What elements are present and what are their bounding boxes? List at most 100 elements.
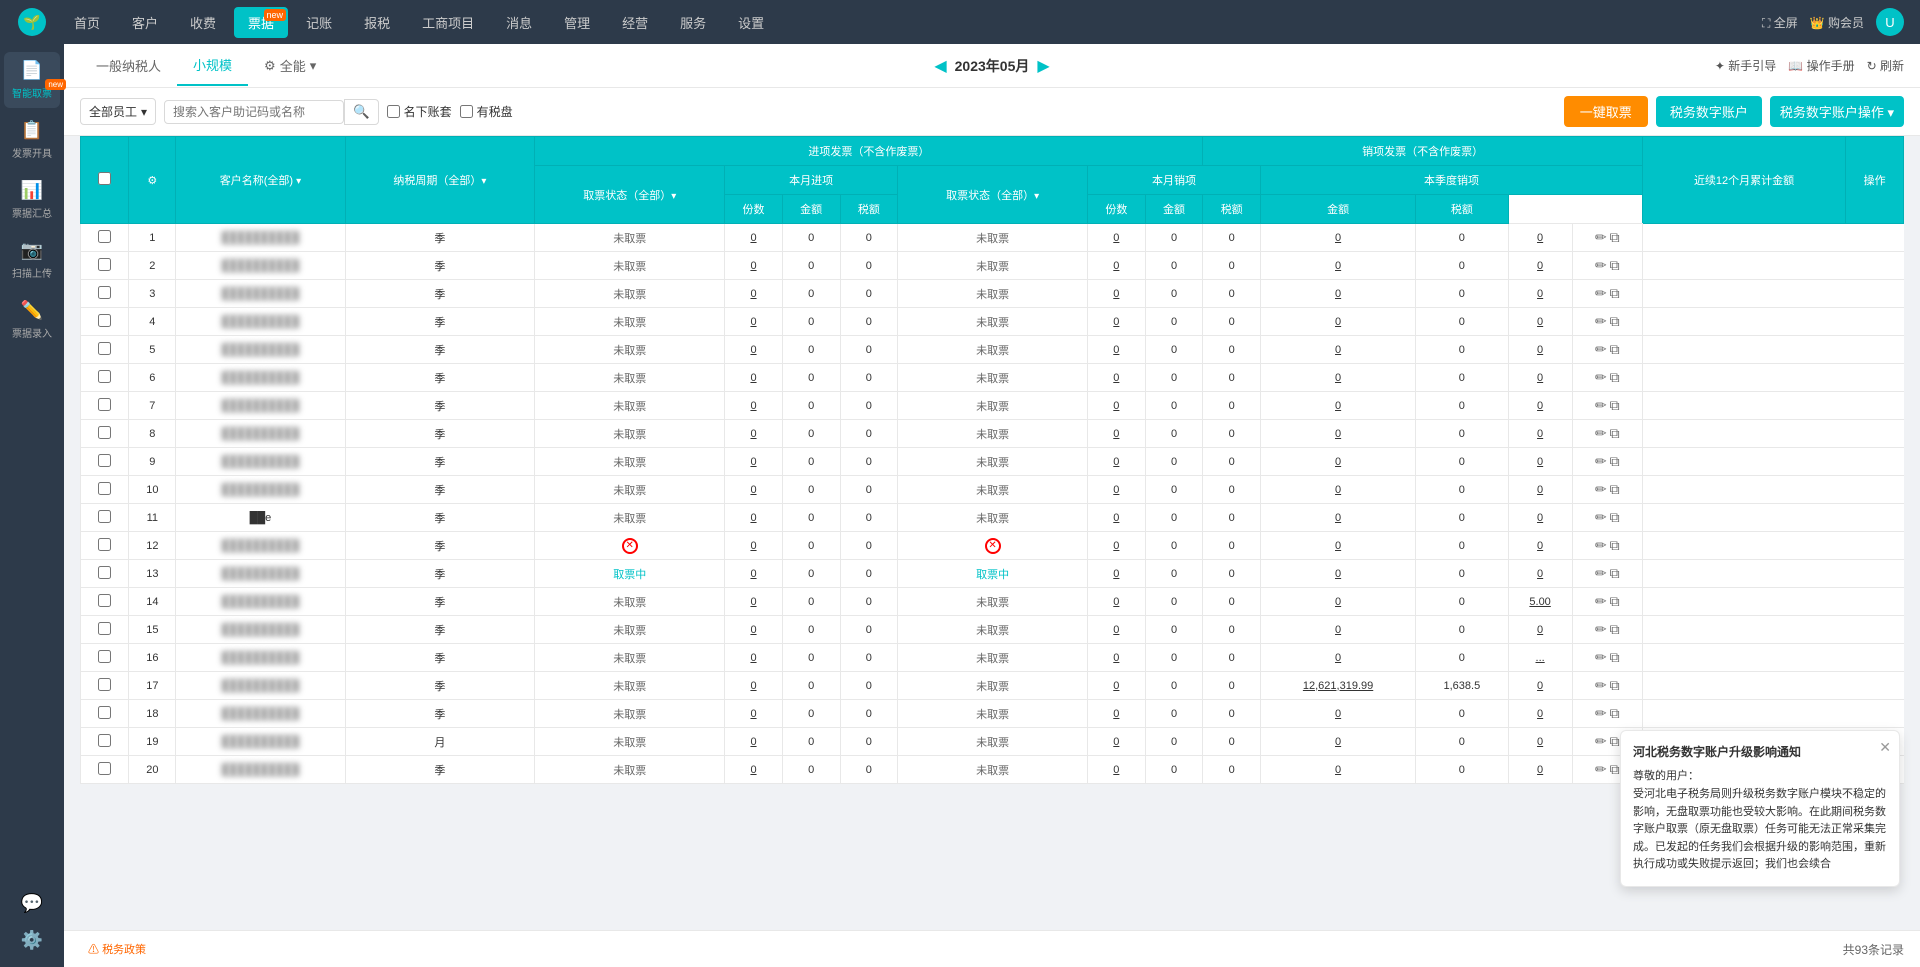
year-amount-link[interactable]: 0 [1537,764,1543,776]
row-checkbox[interactable] [98,258,111,271]
out-count-link[interactable]: 0 [1113,232,1119,244]
select-all-checkbox[interactable] [98,172,111,185]
row-checkbox[interactable] [98,398,111,411]
edit-btn[interactable]: ✏ [1595,481,1607,498]
out-count-link[interactable]: 0 [1113,288,1119,300]
edit-btn[interactable]: ✏ [1595,537,1607,554]
row-checkbox[interactable] [98,622,111,635]
in-count-link[interactable]: 0 [750,456,756,468]
copy-btn[interactable]: ⧉ [1610,453,1620,470]
copy-btn[interactable]: ⧉ [1610,649,1620,666]
q-amount-link[interactable]: 12,621,319.99 [1303,680,1373,692]
row-checkbox[interactable] [98,706,111,719]
in-count-link[interactable]: 0 [750,764,756,776]
tab-small-scale[interactable]: 小规模 [177,45,248,86]
employee-select[interactable]: 全部员工 ▾ [80,98,156,125]
copy-btn[interactable]: ⧉ [1610,481,1620,498]
checkbox-taxpad[interactable] [460,105,473,118]
customer-filter-icon[interactable]: ▾ [296,176,301,187]
copy-btn[interactable]: ⧉ [1610,509,1620,526]
in-count-link[interactable]: 0 [750,372,756,384]
sidebar-item-smart-fetch[interactable]: 📄 智能取票 new [4,52,60,108]
in-count-link[interactable]: 0 [750,540,756,552]
manual-btn[interactable]: 📖 操作手册 [1788,57,1854,74]
tax-policy-link[interactable]: ⚠ 税务政策 [80,937,154,961]
out-count-link[interactable]: 0 [1113,400,1119,412]
nav-message[interactable]: 消息 [492,7,546,38]
q-amount-link[interactable]: 0 [1335,708,1341,720]
in-count-link[interactable]: 0 [750,736,756,748]
nav-invoice[interactable]: 票据 new [234,7,288,38]
year-amount-link[interactable]: 0 [1537,260,1543,272]
q-amount-link[interactable]: 0 [1335,316,1341,328]
in-count-link[interactable]: 0 [750,316,756,328]
q-amount-link[interactable]: 0 [1335,344,1341,356]
row-checkbox[interactable] [98,454,111,467]
in-count-link[interactable]: 0 [750,624,756,636]
checkbox-account-label[interactable]: 名下账套 [387,103,452,120]
q-amount-link[interactable]: 0 [1335,400,1341,412]
row-checkbox[interactable] [98,734,111,747]
q-amount-link[interactable]: 0 [1335,484,1341,496]
out-count-link[interactable]: 0 [1113,372,1119,384]
row-checkbox[interactable] [98,594,111,607]
row-checkbox[interactable] [98,314,111,327]
in-count-link[interactable]: 0 [750,428,756,440]
copy-btn[interactable]: ⧉ [1610,285,1620,302]
q-amount-link[interactable]: 0 [1335,764,1341,776]
year-amount-link[interactable]: 0 [1537,512,1543,524]
q-amount-link[interactable]: 0 [1335,736,1341,748]
out-count-link[interactable]: 0 [1113,260,1119,272]
row-checkbox[interactable] [98,678,111,691]
year-amount-link[interactable]: 0 [1537,568,1543,580]
row-checkbox[interactable] [98,286,111,299]
edit-btn[interactable]: ✏ [1595,425,1607,442]
q-amount-link[interactable]: 0 [1335,568,1341,580]
q-amount-link[interactable]: 0 [1335,260,1341,272]
out-count-link[interactable]: 0 [1113,568,1119,580]
search-button[interactable]: 🔍 [344,99,379,125]
out-count-link[interactable]: 0 [1113,540,1119,552]
row-checkbox[interactable] [98,762,111,775]
edit-btn[interactable]: ✏ [1595,453,1607,470]
q-amount-link[interactable]: 0 [1335,596,1341,608]
year-amount-link[interactable]: 0 [1537,316,1543,328]
year-amount-link[interactable]: 5.00 [1529,596,1550,608]
in-status-filter[interactable]: ▾ [671,191,676,202]
sidebar-item-chat[interactable]: 💬 [4,885,60,922]
nav-customer[interactable]: 客户 [118,7,172,38]
copy-btn[interactable]: ⧉ [1610,593,1620,610]
nav-service[interactable]: 服务 [666,7,720,38]
year-amount-link[interactable]: 0 [1537,708,1543,720]
out-count-link[interactable]: 0 [1113,708,1119,720]
row-checkbox[interactable] [98,482,111,495]
edit-btn[interactable]: ✏ [1595,509,1607,526]
out-count-link[interactable]: 0 [1113,316,1119,328]
nav-tax[interactable]: 报税 [350,7,404,38]
year-amount-link[interactable]: 0 [1537,624,1543,636]
copy-btn[interactable]: ⧉ [1610,537,1620,554]
copy-btn[interactable]: ⧉ [1610,229,1620,246]
q-amount-link[interactable]: 0 [1335,652,1341,664]
year-amount-link[interactable]: 0 [1537,400,1543,412]
row-checkbox[interactable] [98,342,111,355]
year-amount-link[interactable]: 0 [1537,288,1543,300]
year-amount-link[interactable]: 0 [1537,428,1543,440]
edit-btn[interactable]: ✏ [1595,341,1607,358]
date-prev-btn[interactable]: ◀ [934,56,946,76]
digital-account-ops-btn[interactable]: 税务数字账户操作 ▾ [1770,96,1904,127]
copy-btn[interactable]: ⧉ [1610,257,1620,274]
nav-home[interactable]: 首页 [60,7,114,38]
out-count-link[interactable]: 0 [1113,680,1119,692]
one-click-fetch-btn[interactable]: 一键取票 [1564,96,1648,127]
notification-close-btn[interactable]: ✕ [1879,739,1891,756]
out-count-link[interactable]: 0 [1113,764,1119,776]
member-btn[interactable]: 👑 购会员 [1810,14,1864,31]
q-amount-link[interactable]: 0 [1335,624,1341,636]
in-count-link[interactable]: 0 [750,484,756,496]
refresh-btn[interactable]: ↻ 刷新 [1867,57,1904,74]
sidebar-item-scan[interactable]: 📷 扫描上传 [4,232,60,288]
q-amount-link[interactable]: 0 [1335,512,1341,524]
out-count-link[interactable]: 0 [1113,456,1119,468]
copy-btn[interactable]: ⧉ [1610,397,1620,414]
